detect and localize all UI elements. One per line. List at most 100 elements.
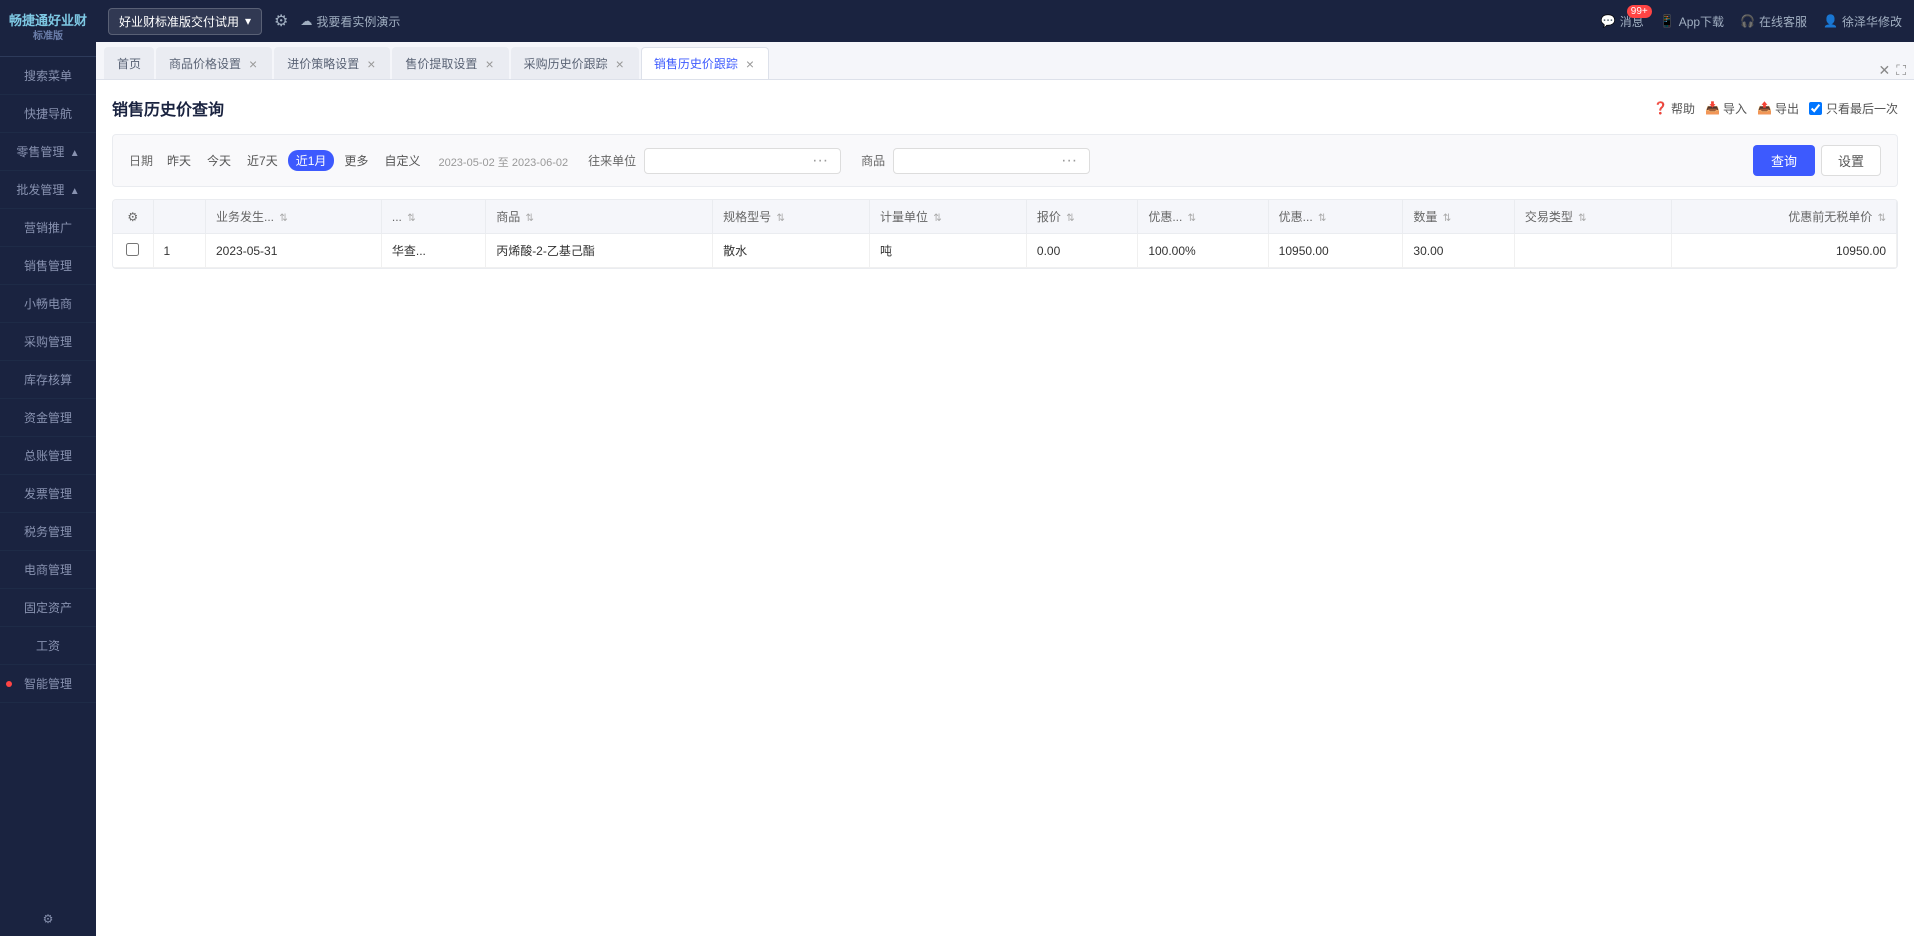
sidebar-item-tax[interactable]: 税务管理 — [0, 513, 96, 551]
source-filter-group: 往来单位 ··· — [588, 148, 841, 174]
th-more[interactable]: ... ⇅ — [381, 200, 485, 234]
tab-sales-history-close[interactable]: × — [744, 57, 756, 71]
tab-purchase-strategy[interactable]: 进价策略设置 × — [274, 47, 390, 79]
only-last-checkbox[interactable] — [1809, 102, 1822, 115]
product-input-wrap: ··· — [893, 148, 1090, 174]
row-pretax-price: 10950.00 — [1671, 234, 1896, 268]
sidebar-smart-label: 智能管理 — [24, 677, 72, 691]
th-business-date[interactable]: 业务发生... ⇅ — [206, 200, 382, 234]
date-btn-last7[interactable]: 近7天 — [241, 150, 284, 171]
product-more-btn[interactable]: ··· — [1057, 152, 1081, 170]
tab-sales-history[interactable]: 销售历史价跟踪 × — [641, 47, 769, 79]
sidebar-item-quick-nav[interactable]: 快捷导航 — [0, 95, 96, 133]
sidebar-wholesale-arrow: ▲ — [70, 186, 80, 197]
date-btn-today[interactable]: 今天 — [201, 150, 237, 171]
sidebar-item-ecommerce[interactable]: 电商管理 — [0, 551, 96, 589]
row-checkbox-cell[interactable] — [113, 234, 153, 268]
sidebar-item-capital[interactable]: 资金管理 — [0, 399, 96, 437]
sidebar-invoice-label: 发票管理 — [24, 487, 72, 501]
edition-selector[interactable]: 好业财标准版交付试用 ▾ — [108, 8, 262, 35]
sidebar-quick-nav-label: 快捷导航 — [24, 107, 72, 121]
th-discount1[interactable]: 优惠... ⇅ — [1138, 200, 1268, 234]
th-tx-type-label: 交易类型 — [1525, 210, 1573, 224]
tab-product-price[interactable]: 商品价格设置 × — [156, 47, 272, 79]
th-unit[interactable]: 计量单位 ⇅ — [870, 200, 1027, 234]
close-panel-button[interactable]: ✕ — [1878, 62, 1890, 79]
sidebar-capital-label: 资金管理 — [24, 411, 72, 425]
messages-button[interactable]: 💬 消息 99+ — [1601, 13, 1644, 30]
help-button[interactable]: ❓ 帮助 — [1653, 100, 1695, 117]
settings-button[interactable]: 设置 — [1821, 145, 1881, 176]
sidebar-item-marketing[interactable]: 营销推广 — [0, 209, 96, 247]
date-btn-last1month[interactable]: 近1月 — [288, 150, 335, 171]
sidebar-item-ledger[interactable]: 总账管理 — [0, 437, 96, 475]
row-discount2: 10950.00 — [1268, 234, 1403, 268]
sidebar-ecommerce-label: 电商管理 — [24, 563, 72, 577]
topbar: 好业财标准版交付试用 ▾ ⚙ ☁ 我要看实例演示 💬 消息 99+ 📱 App下… — [96, 0, 1914, 42]
th-qty[interactable]: 数量 ⇅ — [1403, 200, 1514, 234]
source-filter-label: 往来单位 — [588, 152, 636, 169]
sidebar-item-assets[interactable]: 固定资产 — [0, 589, 96, 627]
help-label: 帮助 — [1671, 100, 1695, 117]
th-spec[interactable]: 规格型号 ⇅ — [713, 200, 870, 234]
product-input[interactable] — [902, 154, 1057, 168]
row-product: 丙烯酸-2-乙基己酯 — [486, 234, 713, 268]
product-filter-group: 商品 ··· — [861, 148, 1090, 174]
sidebar-item-payroll[interactable]: 工资 — [0, 627, 96, 665]
date-buttons: 昨天 今天 近7天 近1月 更多 自定义 — [161, 150, 426, 171]
demo-cloud-icon: ☁ — [300, 14, 312, 28]
tab-home[interactable]: 首页 — [104, 47, 154, 79]
tab-purchase-strategy-close[interactable]: × — [365, 57, 377, 71]
table-row[interactable]: 1 2023-05-31 华查... 丙烯酸-2-乙基己酯 散水 吨 0.00 … — [113, 234, 1897, 268]
source-more-btn[interactable]: ··· — [808, 152, 832, 170]
maximize-panel-button[interactable]: ⛶ — [1896, 62, 1906, 79]
th-settings[interactable]: ⚙ — [113, 200, 153, 234]
tab-purchase-history[interactable]: 采购历史价跟踪 × — [511, 47, 639, 79]
th-unit-label: 计量单位 — [880, 210, 928, 224]
th-tx-type[interactable]: 交易类型 ⇅ — [1514, 200, 1671, 234]
sidebar-settings-bottom[interactable]: ⚙ — [0, 902, 96, 936]
sort-icon-discount1: ⇅ — [1188, 213, 1196, 224]
sidebar-item-xc-ecommerce[interactable]: 小畅电商 — [0, 285, 96, 323]
tab-product-price-label: 商品价格设置 — [169, 55, 241, 72]
user-profile-button[interactable]: 👤 徐泽华修改 — [1823, 13, 1902, 30]
import-button[interactable]: 📥 导入 — [1705, 100, 1747, 117]
th-price[interactable]: 报价 ⇅ — [1026, 200, 1137, 234]
only-last-label: 只看最后一次 — [1826, 100, 1898, 117]
sidebar-item-wholesale[interactable]: 批发管理 ▲ — [0, 171, 96, 209]
mobile-icon: 📱 — [1660, 14, 1675, 28]
date-btn-more[interactable]: 更多 — [338, 150, 374, 171]
sidebar-item-purchase[interactable]: 采购管理 — [0, 323, 96, 361]
row-checkbox[interactable] — [126, 243, 139, 256]
filter-action-buttons: 查询 设置 — [1753, 145, 1881, 176]
tab-price-extract[interactable]: 售价提取设置 × — [392, 47, 508, 79]
sidebar-item-sales[interactable]: 销售管理 — [0, 247, 96, 285]
export-button[interactable]: 📤 导出 — [1757, 100, 1799, 117]
only-last-checkbox-label[interactable]: 只看最后一次 — [1809, 100, 1898, 117]
import-icon: 📥 — [1705, 101, 1720, 115]
sidebar-ledger-label: 总账管理 — [24, 449, 72, 463]
sidebar-item-invoice[interactable]: 发票管理 — [0, 475, 96, 513]
tab-purchase-history-close[interactable]: × — [614, 57, 626, 71]
topbar-settings-icon[interactable]: ⚙ — [270, 7, 292, 35]
app-download-button[interactable]: 📱 App下载 — [1660, 13, 1724, 30]
th-product[interactable]: 商品 ⇅ — [486, 200, 713, 234]
source-input[interactable] — [653, 154, 808, 168]
sidebar-item-smart[interactable]: 智能管理 — [0, 665, 96, 703]
online-service-button[interactable]: 🎧 在线客服 — [1740, 13, 1807, 30]
date-btn-custom[interactable]: 自定义 — [378, 150, 426, 171]
th-discount2[interactable]: 优惠... ⇅ — [1268, 200, 1403, 234]
sort-icon-unit: ⇅ — [933, 213, 941, 224]
tab-price-extract-close[interactable]: × — [483, 57, 495, 71]
topbar-left: 好业财标准版交付试用 ▾ ⚙ ☁ 我要看实例演示 — [108, 7, 400, 35]
demo-link[interactable]: ☁ 我要看实例演示 — [300, 13, 400, 30]
th-pretax-price[interactable]: 优惠前无税单价 ⇅ — [1671, 200, 1896, 234]
query-button[interactable]: 查询 — [1753, 145, 1815, 176]
sidebar-item-inventory[interactable]: 库存核算 — [0, 361, 96, 399]
sidebar-item-search[interactable]: 搜索菜单 — [0, 57, 96, 95]
sidebar-item-retail[interactable]: 零售管理 ▲ — [0, 133, 96, 171]
tab-price-extract-label: 售价提取设置 — [405, 55, 477, 72]
column-settings-icon: ⚙ — [127, 210, 138, 224]
date-btn-yesterday[interactable]: 昨天 — [161, 150, 197, 171]
tab-product-price-close[interactable]: × — [247, 57, 259, 71]
